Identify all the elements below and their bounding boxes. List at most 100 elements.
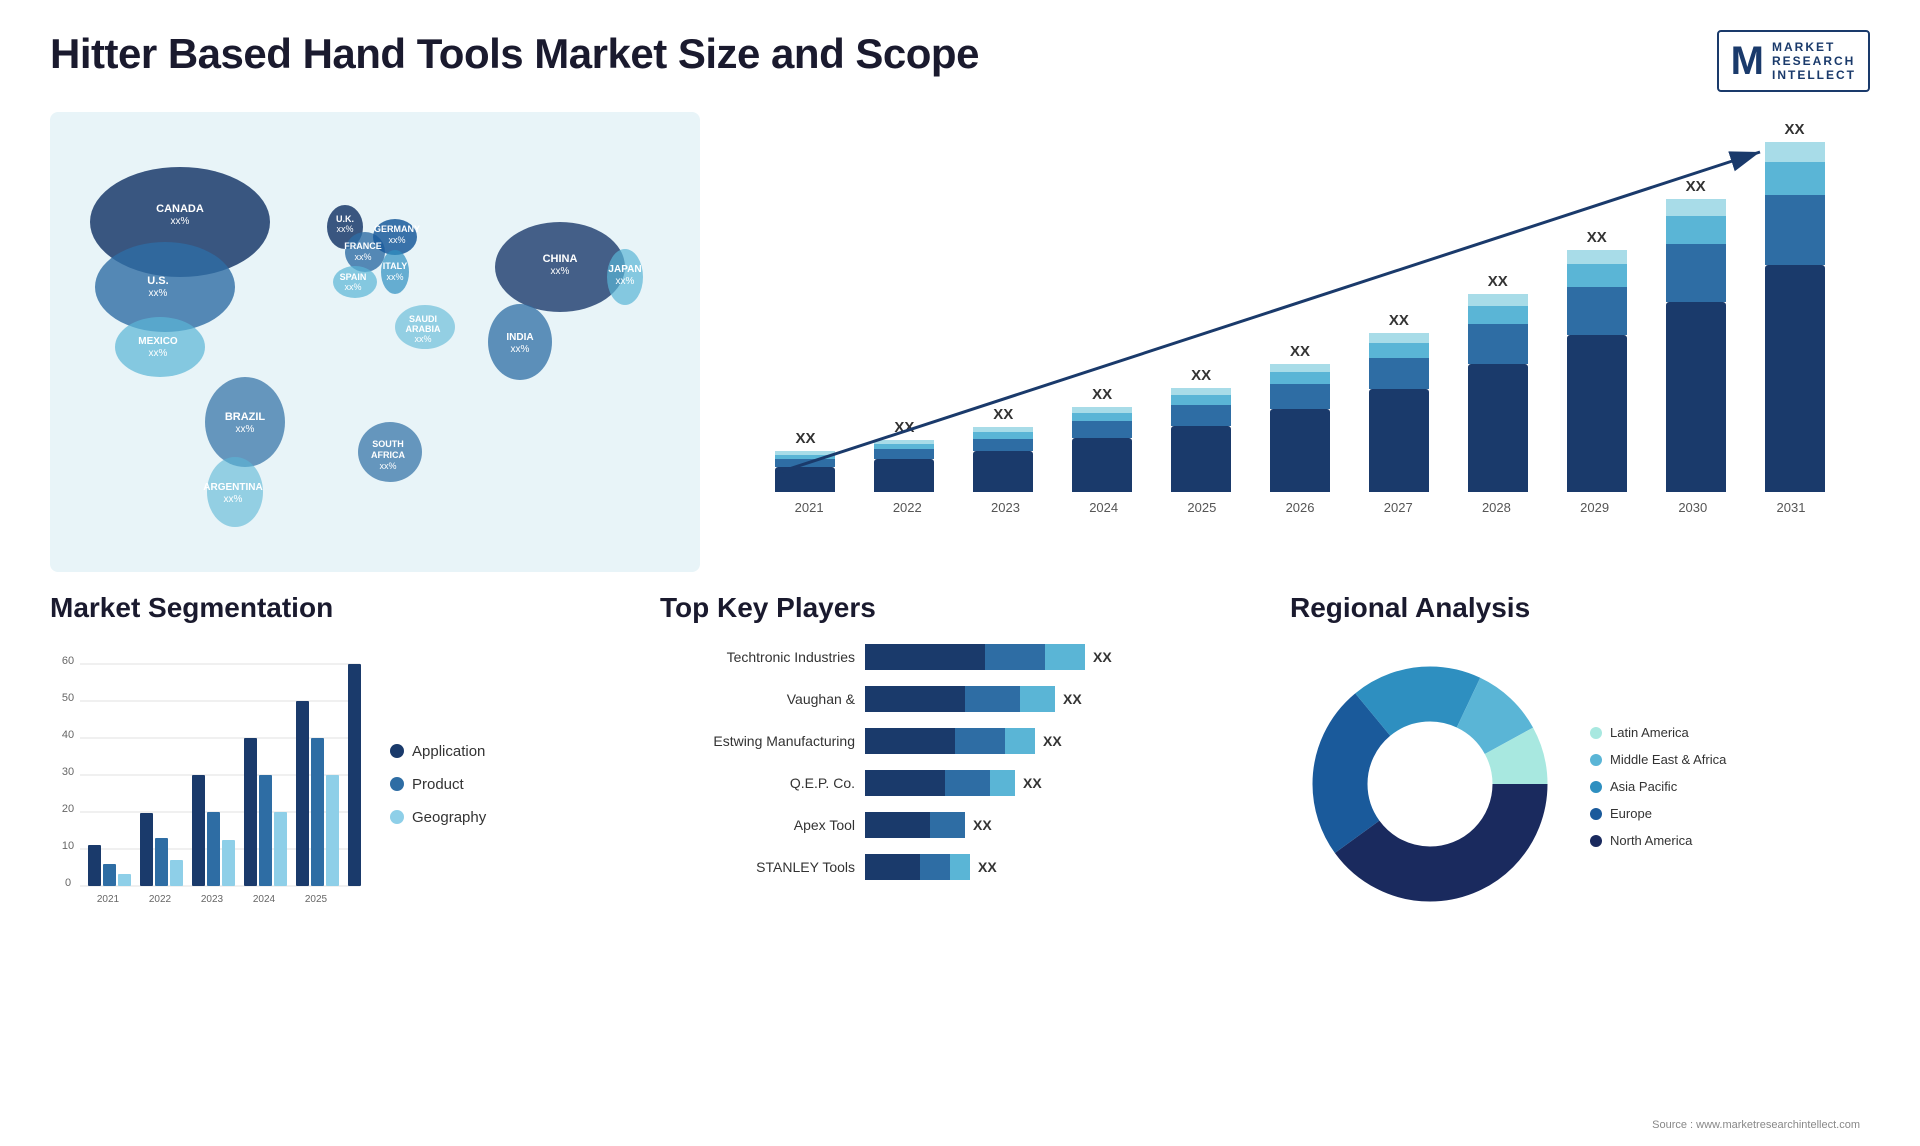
bar-segment xyxy=(1072,421,1132,438)
header: Hitter Based Hand Tools Market Size and … xyxy=(50,30,1870,92)
map-svg: CANADA xx% U.S. xx% MEXICO xx% BRAZIL xx… xyxy=(50,112,700,572)
player-value: XX xyxy=(1023,775,1042,791)
svg-text:SPAIN: SPAIN xyxy=(340,272,367,282)
source-text: Source : www.marketresearchintellect.com xyxy=(1652,1119,1860,1131)
bar-group-2022: XX xyxy=(859,419,950,492)
bar-top-label-2029: XX xyxy=(1587,229,1607,246)
bar-segment xyxy=(1468,364,1528,492)
bar-stack-2025 xyxy=(1171,388,1231,492)
player-bar-seg2 xyxy=(985,644,1045,670)
key-players-section: Top Key Players Techtronic IndustriesXXV… xyxy=(660,592,1260,929)
svg-text:50: 50 xyxy=(62,692,74,704)
legend-label-geography: Geography xyxy=(412,809,486,826)
player-bar-seg1 xyxy=(865,770,945,796)
bar-segment xyxy=(973,439,1033,451)
bar-segment xyxy=(1468,324,1528,364)
regional-content: Latin America Middle East & Africa Asia … xyxy=(1290,644,1870,929)
bar-segment xyxy=(1270,364,1330,372)
player-bar-seg1 xyxy=(865,854,920,880)
bar-segment xyxy=(1765,195,1825,265)
svg-text:SOUTH: SOUTH xyxy=(372,439,404,449)
logo-icon: M xyxy=(1731,41,1764,81)
svg-text:xx%: xx% xyxy=(616,276,635,287)
svg-text:CANADA: CANADA xyxy=(156,203,204,215)
svg-text:JAPAN: JAPAN xyxy=(608,264,641,275)
bar-segment xyxy=(1765,265,1825,492)
bar-segment xyxy=(1567,287,1627,335)
logo-line3: INTELLECT xyxy=(1772,68,1856,82)
player-bar-seg3 xyxy=(950,854,970,880)
bar-top-label-2030: XX xyxy=(1686,178,1706,195)
bar-chart-bars: XXXXXXXXXXXXXXXXXXXXXX xyxy=(750,132,1850,492)
legend-product: Product xyxy=(390,776,486,793)
bar-top-label-2024: XX xyxy=(1092,386,1112,403)
player-row: Estwing ManufacturingXX xyxy=(660,728,1260,754)
player-name: Q.E.P. Co. xyxy=(660,775,855,791)
segmentation-title: Market Segmentation xyxy=(50,592,630,624)
bar-segment xyxy=(1369,333,1429,343)
legend-dot-application xyxy=(390,744,404,758)
legend-dot-product xyxy=(390,777,404,791)
svg-text:10: 10 xyxy=(62,840,74,852)
label-asia-pacific: Asia Pacific xyxy=(1610,779,1677,794)
player-bar-seg3 xyxy=(1020,686,1055,712)
label-north-america: North America xyxy=(1610,833,1692,848)
player-value: XX xyxy=(1043,733,1062,749)
svg-text:xx%: xx% xyxy=(511,344,530,355)
player-bar-inner xyxy=(865,770,1015,796)
bar-stack-2027 xyxy=(1369,333,1429,492)
player-bar-seg1 xyxy=(865,644,985,670)
bar-stack-2030 xyxy=(1666,199,1726,492)
svg-text:2025: 2025 xyxy=(305,894,328,905)
label-latin-america: Latin America xyxy=(1610,725,1689,740)
logo: M MARKET RESEARCH INTELLECT xyxy=(1717,30,1870,92)
bar-stack-2024 xyxy=(1072,407,1132,492)
bar-top-label-2025: XX xyxy=(1191,367,1211,384)
bar-stack-2022 xyxy=(874,440,934,492)
svg-text:SAUDI: SAUDI xyxy=(409,314,437,324)
dot-north-america xyxy=(1590,835,1602,847)
svg-text:xx%: xx% xyxy=(379,461,396,471)
svg-text:xx%: xx% xyxy=(551,266,570,277)
bar-x-label-2029: 2029 xyxy=(1546,500,1644,515)
svg-text:MEXICO: MEXICO xyxy=(138,336,178,347)
player-bar-wrap: XX xyxy=(865,686,1082,712)
svg-text:FRANCE: FRANCE xyxy=(344,241,382,251)
svg-text:xx%: xx% xyxy=(414,334,431,344)
svg-text:AFRICA: AFRICA xyxy=(371,450,405,460)
bar-group-2021: XX xyxy=(760,430,851,492)
svg-text:xx%: xx% xyxy=(149,288,168,299)
player-bar-seg3 xyxy=(1005,728,1035,754)
player-bar-wrap: XX xyxy=(865,770,1042,796)
svg-text:2023: 2023 xyxy=(201,894,224,905)
bar-segment xyxy=(1369,343,1429,358)
bar-stack-2031 xyxy=(1765,142,1825,492)
bar-segment xyxy=(874,449,934,459)
bar-segment xyxy=(1666,244,1726,302)
dot-europe xyxy=(1590,808,1602,820)
bar-x-label-2024: 2024 xyxy=(1055,500,1153,515)
svg-text:ARGENTINA: ARGENTINA xyxy=(203,482,262,493)
legend-dot-geography xyxy=(390,810,404,824)
bar-segment xyxy=(1270,372,1330,384)
player-bar-wrap: XX xyxy=(865,728,1062,754)
page-title: Hitter Based Hand Tools Market Size and … xyxy=(50,30,979,78)
bar-segment xyxy=(1666,302,1726,492)
bar-segment xyxy=(1171,405,1231,426)
bar-segment xyxy=(1567,250,1627,264)
player-bar-seg3 xyxy=(990,770,1015,796)
svg-text:xx%: xx% xyxy=(149,348,168,359)
bar-top-label-2022: XX xyxy=(894,419,914,436)
player-bar-seg1 xyxy=(865,812,930,838)
player-bar-seg2 xyxy=(945,770,990,796)
bar-segment xyxy=(1369,358,1429,389)
legend-label-application: Application xyxy=(412,743,485,760)
bar-segment xyxy=(1072,413,1132,421)
svg-text:ITALY: ITALY xyxy=(383,261,408,271)
bar-x-label-2031: 2031 xyxy=(1742,500,1840,515)
bar-segment xyxy=(874,459,934,492)
bar-segment xyxy=(1567,264,1627,287)
legend-middle-east: Middle East & Africa xyxy=(1590,752,1726,767)
bar-segment xyxy=(1666,199,1726,216)
player-bar-inner xyxy=(865,854,970,880)
